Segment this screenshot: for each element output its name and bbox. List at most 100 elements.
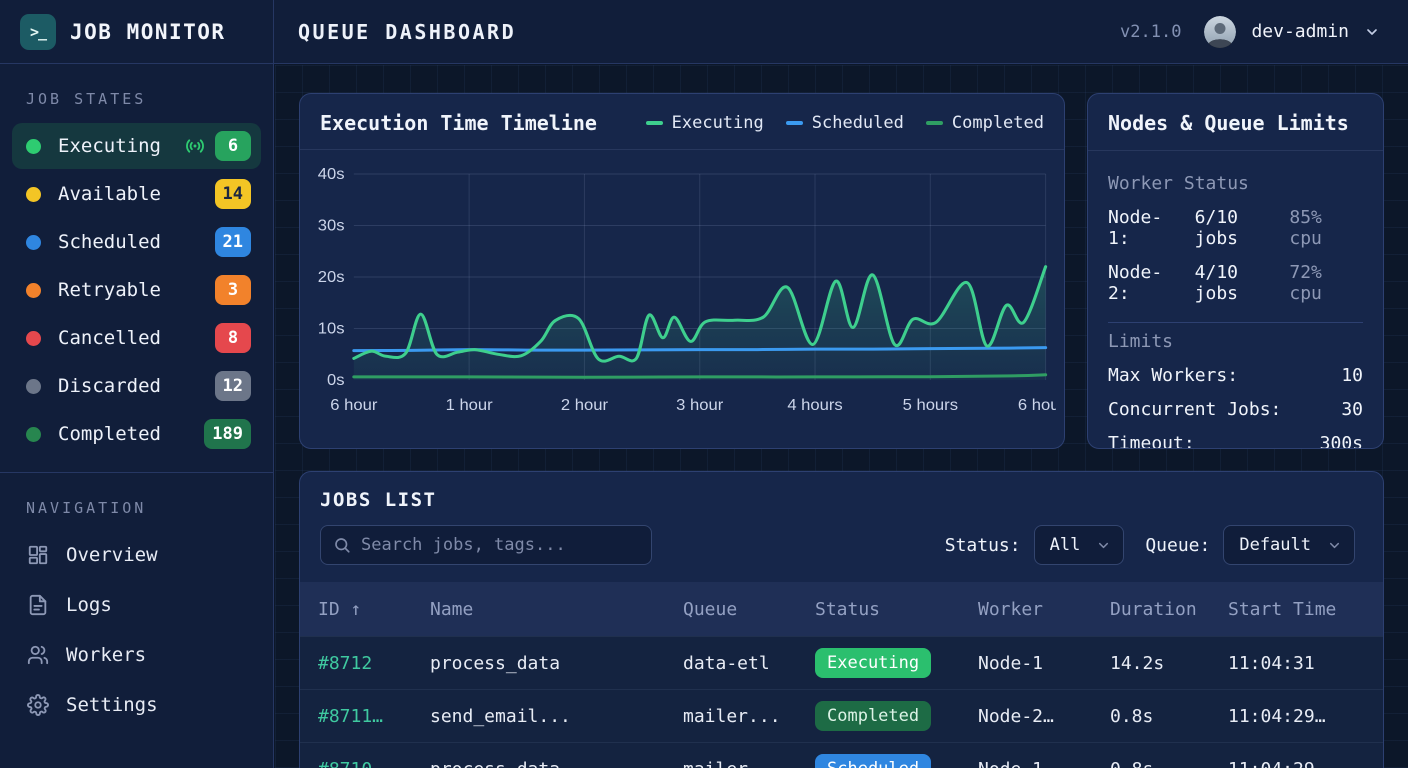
sidebar-item-available[interactable]: Available 14 — [12, 171, 261, 217]
job-start-cell: 11:04:31 — [1228, 652, 1315, 674]
column-header-2[interactable]: Queue — [683, 599, 815, 620]
overview-icon — [27, 544, 49, 566]
limit-label: Timeout: — [1108, 433, 1195, 449]
worker-cpu: 72% cpu — [1289, 262, 1322, 304]
search-input[interactable] — [361, 535, 639, 555]
status-badge: Executing — [815, 648, 932, 678]
job-duration-cell: 0.8s — [1110, 759, 1228, 768]
search-box[interactable] — [320, 525, 652, 565]
job-duration-cell: 0.8s — [1110, 705, 1154, 727]
jobs-list-title: JOBS LIST — [320, 489, 437, 511]
jobs-list-card: JOBS LIST Status: All Queue: Default ID ↑Na… — [299, 471, 1384, 768]
state-label: Completed — [58, 423, 161, 445]
table-row[interactable]: #8711… send_email... mailer... Completed Nod… — [300, 689, 1383, 742]
sidebar-item-workers[interactable]: Workers — [0, 630, 273, 680]
column-header-3[interactable]: Status — [815, 599, 978, 620]
job-status-cell: Completed — [815, 701, 978, 731]
limit-row: Timeout: 300s — [1108, 433, 1363, 449]
column-header-5[interactable]: Duration — [1110, 599, 1228, 620]
svg-text:1 hour: 1 hour — [446, 396, 494, 414]
sidebar-item-settings[interactable]: Settings — [0, 680, 273, 730]
limit-label: Concurrent Jobs: — [1108, 399, 1282, 420]
navigation-heading: NAVIGATION — [26, 499, 147, 517]
job-worker-cell: Node-1 — [978, 759, 1110, 768]
table-row[interactable]: #8712 process_data data-etl Executing Node-1… — [300, 636, 1383, 689]
state-label: Available — [58, 183, 161, 205]
workers-icon — [27, 644, 49, 666]
logs-icon — [27, 594, 49, 616]
limits-heading: Limits — [1108, 331, 1174, 352]
worker-status-list: Node-1: 6/10 jobs 85% cpu Node-2: 4/10 jobs 7… — [1108, 207, 1363, 304]
job-worker-cell: Node-2… — [978, 705, 1054, 727]
svg-text:6 hour: 6 hour — [330, 396, 378, 414]
legend-item-scheduled: Scheduled — [785, 113, 904, 133]
queue-filter-select[interactable]: Default — [1223, 525, 1355, 565]
sidebar-item-executing[interactable]: Executing 6 — [12, 123, 261, 169]
app-title: JOB MONITOR — [70, 19, 226, 44]
nodes-card-divider — [1108, 322, 1363, 323]
table-row[interactable]: #8710process_datamailerScheduled Node-10.… — [300, 742, 1383, 768]
sidebar-item-discarded[interactable]: Discarded 12 — [12, 363, 261, 409]
timeline-card: Execution Time Timeline Executing Schedul… — [299, 93, 1065, 449]
job-name-cell: send_email... — [430, 705, 571, 727]
job-worker-cell: Node-1 — [978, 652, 1044, 674]
status-filter-select[interactable]: All — [1033, 525, 1125, 565]
user-name[interactable]: dev-admin — [1251, 21, 1349, 42]
nodes-limits-card: Nodes & Queue Limits Worker Status Node-… — [1087, 93, 1384, 449]
job-id-cell[interactable]: #8712 — [318, 653, 430, 674]
status-filter-label: Status: — [944, 534, 1021, 556]
job-queue-cell: mailer... — [683, 705, 781, 727]
sidebar: JOB STATES Executing 6 Available 14 Schedule… — [0, 64, 274, 768]
select-value: Default — [1239, 535, 1311, 555]
legend-label: Scheduled — [811, 113, 904, 133]
job-id-cell[interactable]: #8711… — [318, 706, 430, 727]
svg-text:30s: 30s — [318, 217, 345, 235]
column-header-4[interactable]: Worker — [978, 599, 1110, 620]
state-dot — [26, 378, 41, 394]
svg-text:0s: 0s — [327, 371, 345, 389]
job-status-cell: Scheduled — [815, 754, 978, 768]
job-id-cell[interactable]: #8710 — [318, 759, 430, 768]
sidebar-item-retryable[interactable]: Retryable 3 — [12, 267, 261, 313]
state-dot — [26, 330, 41, 346]
legend-item-executing: Executing — [645, 113, 764, 133]
job-states-list: Executing 6 Available 14 Scheduled 21 Retryabl… — [0, 123, 273, 457]
nav-label: Overview — [66, 544, 158, 566]
column-header-0[interactable]: ID ↑ — [318, 599, 430, 620]
main-content: Execution Time Timeline Executing Schedul… — [275, 65, 1408, 768]
chevron-down-icon[interactable] — [1364, 24, 1380, 40]
svg-text:10s: 10s — [318, 320, 345, 338]
job-start-cell: 11:04:29 — [1228, 759, 1383, 768]
version-label: v2.1.0 — [1120, 21, 1182, 42]
table-header: ID ↑ Name Queue Status Worker Duration Start T… — [300, 582, 1383, 636]
column-header-1[interactable]: Name — [430, 599, 683, 620]
sidebar-item-logs[interactable]: Logs — [0, 580, 273, 630]
svg-text:2 hour: 2 hour — [561, 396, 609, 414]
chevron-down-icon — [1096, 538, 1111, 553]
svg-text:5 hours: 5 hours — [903, 396, 958, 414]
nav-label: Logs — [66, 594, 112, 616]
avatar[interactable] — [1204, 15, 1237, 48]
timeline-card-title: Execution Time Timeline — [320, 111, 597, 135]
settings-icon — [27, 694, 49, 716]
limit-value: 30 — [1341, 399, 1363, 420]
screen: >_ JOB MONITOR QUEUE DASHBOARD v2.1.0 de… — [0, 0, 1408, 768]
legend-swatch — [925, 121, 943, 125]
sidebar-item-cancelled[interactable]: Cancelled 8 — [12, 315, 261, 361]
job-name-cell: process_data — [430, 652, 561, 674]
state-label: Cancelled — [58, 327, 161, 349]
column-header-6[interactable]: Start Time — [1228, 599, 1383, 620]
sidebar-item-completed[interactable]: Completed 189 — [12, 411, 261, 457]
app-brand: >_ JOB MONITOR — [0, 0, 274, 63]
state-dot — [26, 234, 41, 250]
legend-swatch — [785, 121, 803, 125]
status-badge: Completed — [815, 701, 932, 731]
job-status-cell: Executing — [815, 648, 978, 678]
sidebar-item-scheduled[interactable]: Scheduled 21 — [12, 219, 261, 265]
sidebar-item-overview[interactable]: Overview — [0, 530, 273, 580]
state-label: Retryable — [58, 279, 161, 301]
state-dot — [26, 282, 41, 298]
limit-row: Max Workers: 10 — [1108, 365, 1363, 386]
timeline-chart: 0s 10s 20s 30s 40s 6 hour 1 hour 2 hour 3 hour 4 … — [300, 150, 1064, 434]
worker-name: Node-2: — [1108, 262, 1163, 304]
